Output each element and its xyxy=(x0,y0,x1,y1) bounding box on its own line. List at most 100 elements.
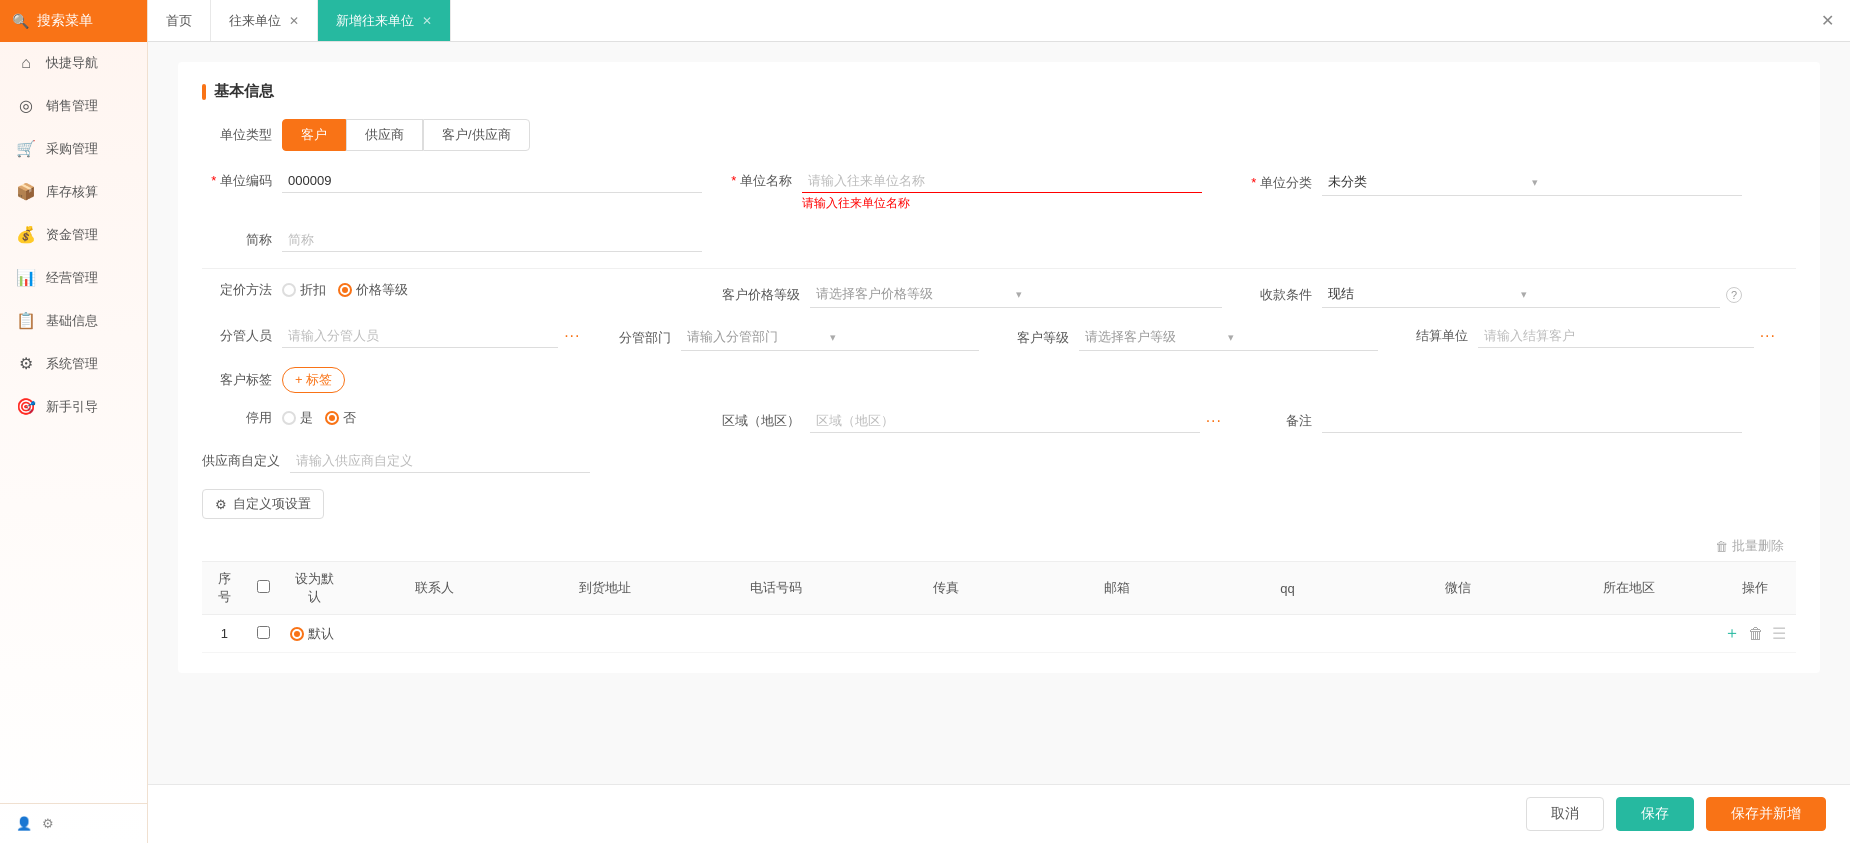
sidebar-item-sales[interactable]: ◎ 销售管理 xyxy=(0,84,147,127)
drag-handle[interactable]: ☰ xyxy=(1772,624,1786,643)
payment-terms-select[interactable]: 现结 ▾ xyxy=(1322,281,1720,308)
tab-new-partner-close[interactable]: ✕ xyxy=(422,14,432,28)
chevron-down-icon-2: ▾ xyxy=(1016,288,1216,301)
row-location[interactable] xyxy=(1543,615,1714,653)
customer-price-level-label: 客户价格等级 xyxy=(722,286,800,304)
add-tag-button[interactable]: + 标签 xyxy=(282,367,345,393)
pricing-method-label: 定价方法 xyxy=(202,281,272,299)
unit-name-input[interactable] xyxy=(802,169,1202,193)
sidebar-item-purchase[interactable]: 🛒 采购管理 xyxy=(0,127,147,170)
field-unit-code: 单位编码 xyxy=(202,169,702,193)
add-row-button[interactable]: ＋ xyxy=(1724,623,1740,644)
main-area: 首页 往来单位 ✕ 新增往来单位 ✕ ✕ 基本信息 单位类型 客户 供应商 客户… xyxy=(148,0,1850,843)
basic-info-icon: 📋 xyxy=(16,311,36,330)
unit-category-label: 单位分类 xyxy=(1242,174,1312,192)
row-contact[interactable] xyxy=(349,615,520,653)
region-input[interactable] xyxy=(810,409,1200,433)
row-qq[interactable] xyxy=(1202,615,1373,653)
col-checkbox xyxy=(247,562,280,615)
row-alias: 简称 xyxy=(202,228,1796,252)
save-button[interactable]: 保存 xyxy=(1616,797,1694,831)
sidebar-item-quick-nav[interactable]: ⌂ 快捷导航 xyxy=(0,42,147,84)
unit-type-supplier[interactable]: 供应商 xyxy=(346,119,423,151)
sidebar-item-label: 系统管理 xyxy=(46,355,98,373)
settlement-unit-more-btn[interactable]: ··· xyxy=(1760,327,1776,345)
sidebar-item-label: 快捷导航 xyxy=(46,54,98,72)
row-wechat[interactable] xyxy=(1373,615,1544,653)
customer-level-select[interactable]: 请选择客户等级 ▾ xyxy=(1079,324,1378,351)
field-pricing-method: 定价方法 折扣 价格等级 xyxy=(202,281,702,299)
cancel-button[interactable]: 取消 xyxy=(1526,797,1604,831)
delete-row-button[interactable]: 🗑 xyxy=(1748,625,1764,643)
supplier-custom-input[interactable] xyxy=(290,449,590,473)
pricing-level-radio[interactable] xyxy=(338,283,352,297)
payment-terms-help-icon[interactable]: ? xyxy=(1726,287,1742,303)
field-manager: 分管人员 ··· xyxy=(202,324,581,348)
pricing-discount-radio[interactable] xyxy=(282,283,296,297)
sidebar-item-operations[interactable]: 📊 经营管理 xyxy=(0,256,147,299)
tab-partner[interactable]: 往来单位 ✕ xyxy=(211,0,318,41)
manager-more-btn[interactable]: ··· xyxy=(564,327,580,345)
batch-delete-button[interactable]: 🗑 批量删除 xyxy=(1715,537,1784,555)
unit-category-select[interactable]: 未分类 ▾ xyxy=(1322,169,1742,196)
unit-type-customer[interactable]: 客户 xyxy=(282,119,346,151)
customer-level-placeholder: 请选择客户等级 xyxy=(1085,328,1228,346)
row-address[interactable] xyxy=(520,615,691,653)
row-select-checkbox[interactable] xyxy=(257,626,270,639)
department-select[interactable]: 请输入分管部门 ▾ xyxy=(681,324,980,351)
row-fax[interactable] xyxy=(861,615,1032,653)
col-default: 设为默认 xyxy=(280,562,350,615)
disabled-yes-radio[interactable] xyxy=(282,411,296,425)
customer-price-level-select[interactable]: 请选择客户价格等级 ▾ xyxy=(810,281,1222,308)
field-unit-name-wrapper: 单位名称 请输入往来单位名称 xyxy=(722,169,1222,212)
sidebar-item-inventory[interactable]: 📦 库存核算 xyxy=(0,170,147,213)
alias-input[interactable] xyxy=(282,228,702,252)
pricing-radio-group: 折扣 价格等级 xyxy=(282,281,408,299)
unit-code-input[interactable] xyxy=(282,169,702,193)
chevron-down-icon-4: ▾ xyxy=(830,331,973,344)
remark-input[interactable] xyxy=(1322,409,1742,433)
tab-partner-close[interactable]: ✕ xyxy=(289,14,299,28)
finance-icon: 💰 xyxy=(16,225,36,244)
select-all-checkbox[interactable] xyxy=(257,580,270,593)
settings-icon[interactable]: ⚙ xyxy=(42,816,54,831)
disabled-no-option[interactable]: 否 xyxy=(325,409,356,427)
col-location: 所在地区 xyxy=(1543,562,1714,615)
sidebar-item-guide[interactable]: 🎯 新手引导 xyxy=(0,385,147,428)
unit-type-both[interactable]: 客户/供应商 xyxy=(423,119,530,151)
row-default-radio[interactable]: 默认 xyxy=(290,625,340,643)
row-phone[interactable] xyxy=(690,615,861,653)
tab-new-partner[interactable]: 新增往来单位 ✕ xyxy=(318,0,451,41)
region-more-btn[interactable]: ··· xyxy=(1206,412,1222,430)
sidebar-item-basic-info[interactable]: 📋 基础信息 xyxy=(0,299,147,342)
manager-input[interactable] xyxy=(282,324,558,348)
tab-new-partner-label: 新增往来单位 xyxy=(336,12,414,30)
default-radio-circle[interactable] xyxy=(290,627,304,641)
field-supplier-custom: 供应商自定义 xyxy=(202,449,1776,473)
field-settlement-unit: 结算单位 ··· xyxy=(1398,324,1777,348)
alias-label: 简称 xyxy=(202,231,272,249)
form-area: 基本信息 单位类型 客户 供应商 客户/供应商 单位编码 单位名称 xyxy=(178,62,1820,673)
disabled-label: 停用 xyxy=(202,409,272,427)
close-all-tabs[interactable]: ✕ xyxy=(1805,11,1850,30)
sidebar-item-finance[interactable]: 💰 资金管理 xyxy=(0,213,147,256)
sidebar-search[interactable]: 🔍 搜索菜单 xyxy=(0,0,147,42)
col-contact: 联系人 xyxy=(349,562,520,615)
unit-type-label: 单位类型 xyxy=(202,126,272,144)
disabled-no-radio[interactable] xyxy=(325,411,339,425)
row-disabled-region: 停用 是 否 区域（地区） ··· xyxy=(202,409,1796,433)
sidebar-item-system[interactable]: ⚙ 系统管理 xyxy=(0,342,147,385)
disabled-yes-option[interactable]: 是 xyxy=(282,409,313,427)
inventory-icon: 📦 xyxy=(16,182,36,201)
remark-label: 备注 xyxy=(1242,412,1312,430)
custom-settings-button[interactable]: ⚙ 自定义项设置 xyxy=(202,489,324,519)
pricing-level-option[interactable]: 价格等级 xyxy=(338,281,408,299)
save-and-new-button[interactable]: 保存并新增 xyxy=(1706,797,1826,831)
supplier-custom-label: 供应商自定义 xyxy=(202,452,280,470)
table-toolbar: 🗑 批量删除 xyxy=(202,531,1796,562)
tab-home[interactable]: 首页 xyxy=(148,0,211,41)
row-supplier-custom: 供应商自定义 xyxy=(202,449,1796,473)
pricing-discount-option[interactable]: 折扣 xyxy=(282,281,326,299)
row-email[interactable] xyxy=(1031,615,1202,653)
settlement-unit-input[interactable] xyxy=(1478,324,1754,348)
